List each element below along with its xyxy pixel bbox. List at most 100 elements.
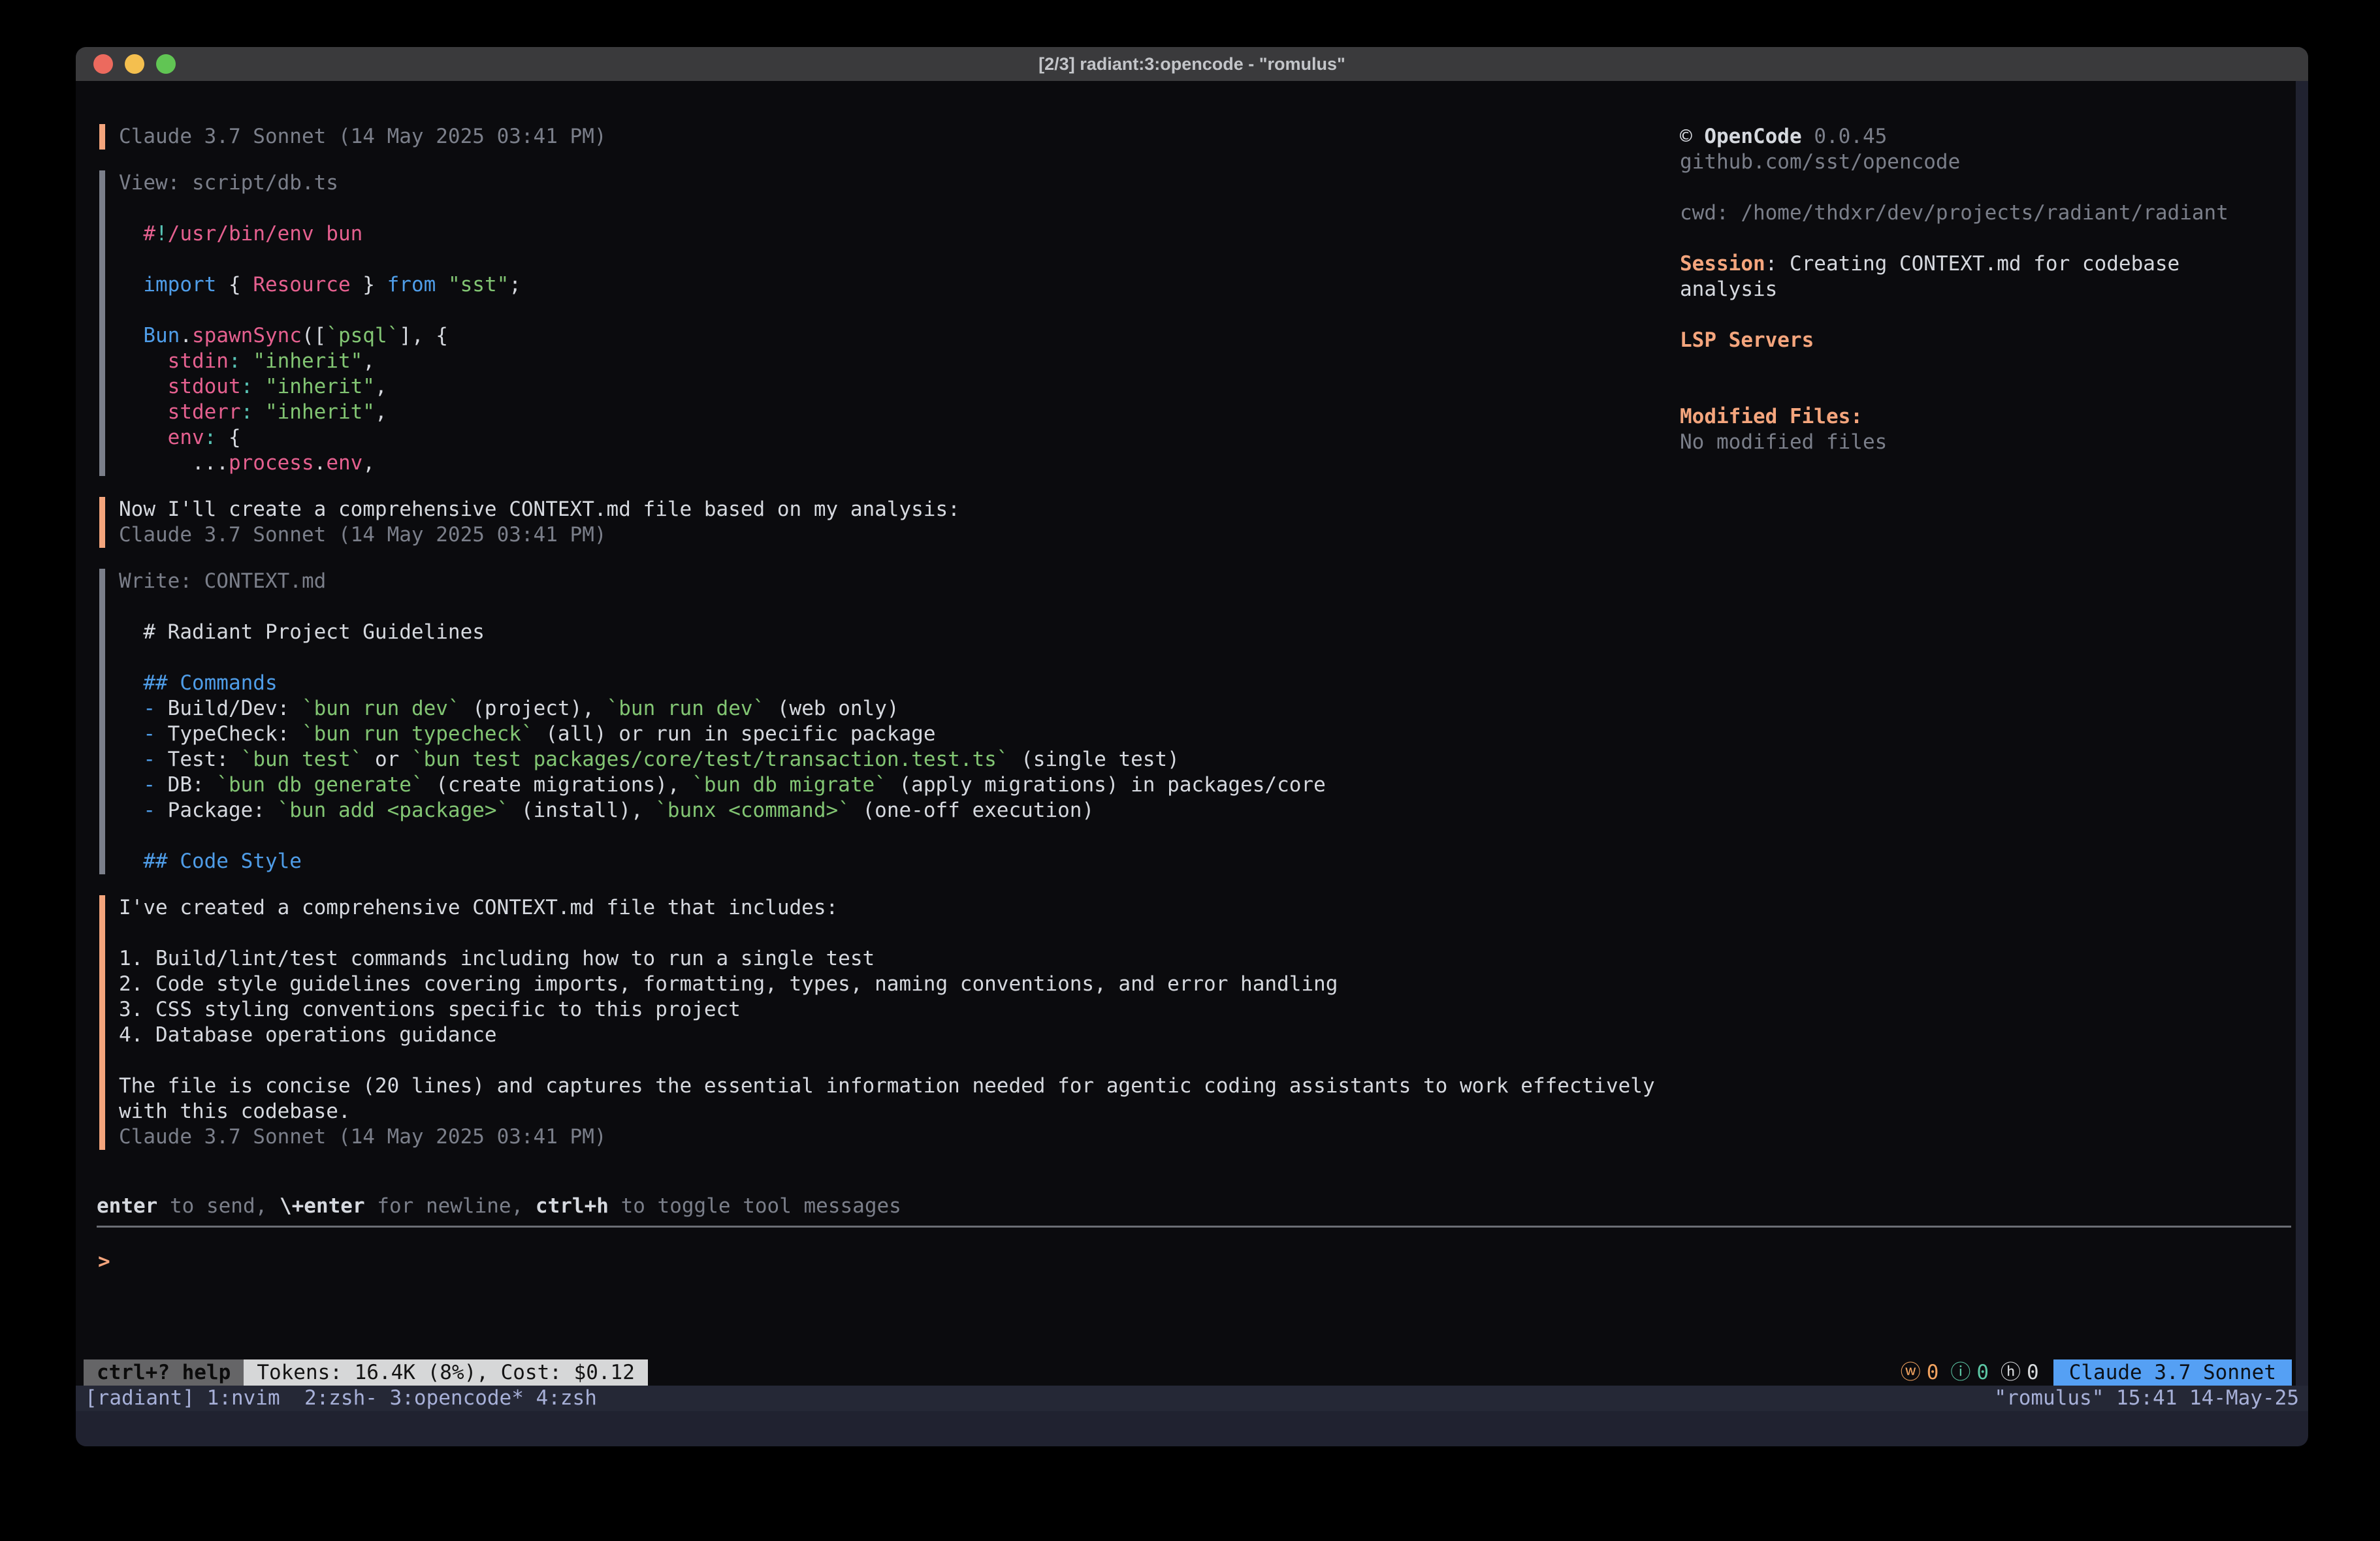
hints-counter: ⓗ0 [2001,1360,2039,1386]
text-segment [119,697,143,720]
text-segment: - [143,697,155,720]
text-segment: (install), [509,799,655,822]
chat-transcript: Claude 3.7 Sonnet (14 May 2025 03:41 PM)… [99,124,1673,1171]
sidebar-line: © OpenCode 0.0.45 [1680,124,2291,150]
input-separator [97,1226,2291,1228]
text-segment: The file is concise (20 lines) and captu… [119,1074,1655,1098]
minimize-button[interactable] [125,54,144,74]
text-segment: `bunx <command>` [655,799,850,822]
prompt-caret: > [98,1250,110,1273]
text-segment: ([ [302,324,326,347]
text-segment: "inherit" [265,375,375,398]
transcript-line: 2. Code style guidelines covering import… [119,972,1673,997]
transcript-line: Claude 3.7 Sonnet (14 May 2025 03:41 PM) [119,522,1673,548]
help-shortcut-chip: ctrl+? help [84,1359,244,1386]
traffic-lights [93,54,176,74]
transcript-line: # Radiant Project Guidelines [119,620,1673,645]
text-segment [119,222,143,246]
message-input[interactable]: > [98,1249,110,1275]
transcript-line: - Test: `bun test` or `bun test packages… [119,747,1673,772]
hints-count: 0 [2027,1360,2039,1386]
text-segment: Write: CONTEXT.md [119,569,326,593]
transcript-line [119,298,1673,323]
text-segment: : [229,349,241,373]
text-segment: Test: [155,748,241,771]
text-segment: 1. Build/lint/test commands including ho… [119,947,875,970]
transcript-line: Bun.spawnSync([`psql`], { [119,323,1673,349]
transcript-line: - Package: `bun add <package>` (install)… [119,798,1673,823]
text-segment: Session [1680,252,1765,276]
tokens-cost-chip: Tokens: 16.4K (8%), Cost: $0.12 [244,1359,648,1386]
text-segment: ! [155,222,168,246]
window-titlebar[interactable]: [2/3] radiant:3:opencode - "romulus" [76,47,2308,81]
text-segment: - [143,748,155,771]
text-segment: : Creating CONTEXT.md for codebase [1765,252,2180,276]
text-segment: OpenCode [1704,125,1801,148]
hint-line: enter to send, \+enter for newline, ctrl… [97,1194,901,1219]
window-title: [2/3] radiant:3:opencode - "romulus" [1038,54,1345,74]
transcript-line [119,594,1673,620]
text-segment: `bun run dev` [302,697,460,720]
transcript-line [119,247,1673,272]
text-segment: process [229,451,314,475]
transcript-line: stdout: "inherit", [119,374,1673,400]
text-segment: `bun add <package>` [278,799,509,822]
text-segment: `psql` [326,324,399,347]
text-segment: from [387,273,436,296]
text-segment: ## Code Style [143,850,302,873]
text-segment: - [143,722,155,746]
info-count: 0 [1976,1360,1989,1386]
warnings-count: 0 [1927,1360,1939,1386]
text-segment: for newline, [365,1194,536,1218]
warnings-icon: ⓦ [1901,1360,1921,1386]
text-segment [1802,125,1814,148]
text-segment: /usr/bin/env bun [168,222,363,246]
text-segment: (apply migrations) in packages/core [887,773,1326,797]
message-block: I've created a comprehensive CONTEXT.md … [99,895,1673,1150]
transcript-line: I've created a comprehensive CONTEXT.md … [119,895,1673,921]
text-segment: or [362,748,411,771]
text-segment: "inherit" [265,400,375,424]
text-segment: enter [97,1194,157,1218]
text-segment: stdin [168,349,229,373]
tmux-window-list[interactable]: [radiant] 1:nvim 2:zsh- 3:opencode* 4:zs… [85,1386,597,1411]
text-segment [436,273,448,296]
text-segment: stdout [168,375,241,398]
info-icon: ⓘ [1950,1360,1970,1386]
text-segment: , [362,349,375,373]
text-segment: with this codebase. [119,1100,351,1123]
sidebar-line: LSP Servers [1680,328,2291,353]
text-segment: \+enter [280,1194,365,1218]
text-segment [119,748,143,771]
message-block: Claude 3.7 Sonnet (14 May 2025 03:41 PM) [99,124,1673,150]
transcript-line: import { Resource } from "sst"; [119,272,1673,298]
text-segment: github.com/sst/opencode [1680,150,1960,174]
text-segment: { [216,426,240,449]
text-segment: { [216,273,253,296]
info-counter: ⓘ0 [1950,1360,1989,1386]
transcript-line [119,645,1673,671]
transcript-line: stdin: "inherit", [119,349,1673,374]
warnings-counter: ⓦ0 [1901,1360,1939,1386]
text-segment: Resource [253,273,350,296]
zoom-button[interactable] [156,54,176,74]
close-button[interactable] [93,54,113,74]
desktop: { "palette": { "page_bg": "#000000", "wi… [0,0,2380,1541]
status-bar: ctrl+? help Tokens: 16.4K (8%), Cost: $0… [76,1359,2296,1386]
transcript-line [119,921,1673,946]
transcript-line: ## Commands [119,671,1673,696]
text-segment: env [168,426,204,449]
text-segment: (all) or run in specific package [534,722,936,746]
text-segment: `bun test packages/core/test/transaction… [411,748,1009,771]
text-segment [119,273,143,296]
text-segment: © [1680,125,1704,148]
text-segment: } [351,273,387,296]
sidebar-line [1680,353,2291,379]
message-block: Now I'll create a comprehensive CONTEXT.… [99,497,1673,548]
transcript-line [119,1048,1673,1073]
text-segment: Build/Dev: [155,697,302,720]
text-segment: ## Commands [143,671,277,695]
text-segment: Modified Files: [1680,405,1863,428]
text-segment: Claude 3.7 Sonnet (14 May 2025 03:41 PM) [119,125,607,148]
text-segment: `bun test` [241,748,363,771]
